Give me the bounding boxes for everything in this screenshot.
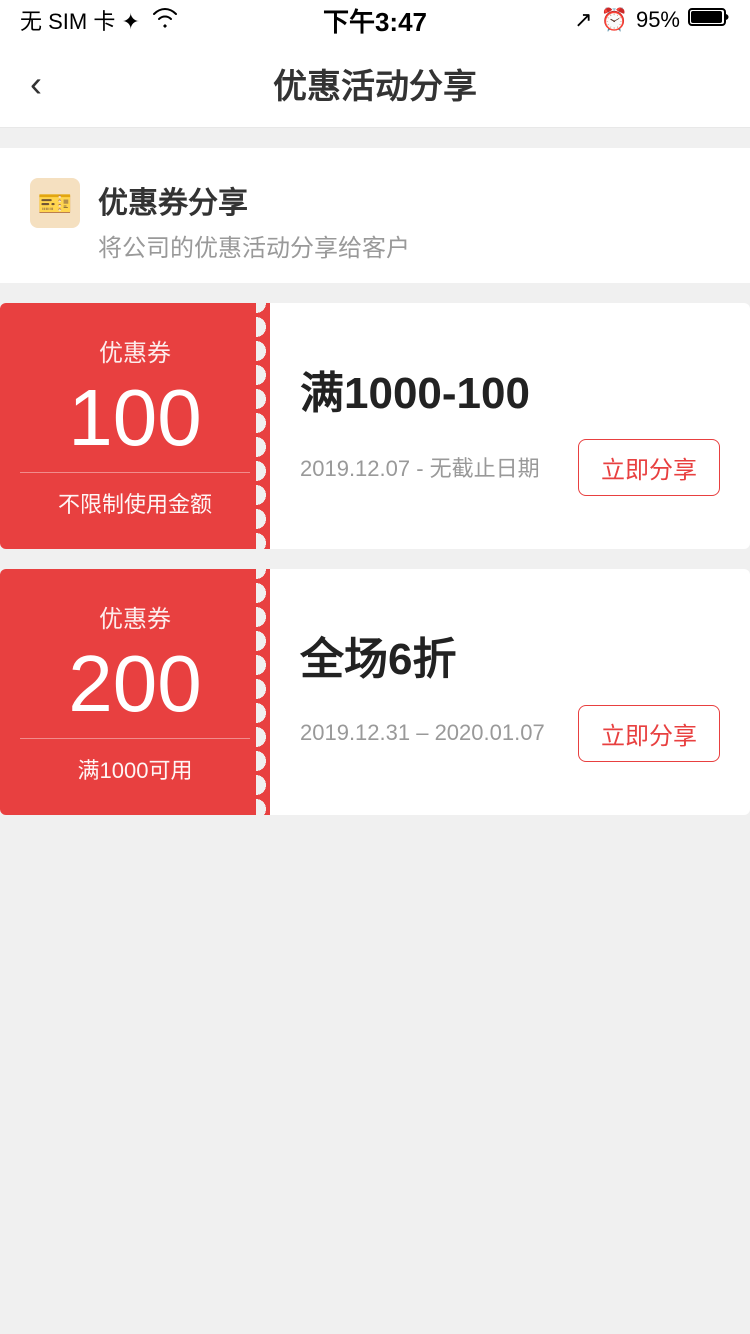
share-button-2[interactable]: 立即分享 — [578, 705, 720, 762]
back-button[interactable]: ‹ — [30, 63, 42, 105]
section-header: 🎫 优惠券分享 将公司的优惠活动分享给客户 — [0, 148, 750, 283]
alarm-icon: ⏰ — [601, 7, 628, 33]
section-title: 优惠券分享 — [98, 178, 410, 222]
coupon-card-2: 优惠券 200 满1000可用 全场6折 2019.12.31 – 2020.0… — [0, 569, 750, 815]
location-icon: ↗ — [574, 7, 592, 33]
coupon-name-2: 全场6折 — [300, 623, 720, 687]
nav-bar: ‹ 优惠活动分享 — [0, 40, 750, 128]
coupon-divider-2 — [20, 738, 250, 739]
share-button-1[interactable]: 立即分享 — [578, 439, 720, 496]
section-subtitle: 将公司的优惠活动分享给客户 — [98, 228, 410, 263]
coupon-meta-1: 2019.12.07 - 无截止日期 立即分享 — [300, 439, 720, 496]
sim-label: 无 SIM 卡 ✦ — [20, 4, 140, 36]
coupon-card-1: 优惠券 100 不限制使用金额 满1000-100 2019.12.07 - 无… — [0, 303, 750, 549]
coupons-list: 优惠券 100 不限制使用金额 满1000-100 2019.12.07 - 无… — [0, 303, 750, 835]
wifi-icon — [150, 6, 180, 34]
coupon-condition-1: 不限制使用金额 — [58, 487, 212, 519]
section-text: 优惠券分享 将公司的优惠活动分享给客户 — [98, 178, 410, 263]
coupon-condition-2: 满1000可用 — [78, 753, 193, 785]
status-time: 下午3:47 — [323, 2, 427, 39]
page-title: 优惠活动分享 — [273, 59, 477, 108]
coupon-right-2: 全场6折 2019.12.31 – 2020.01.07 立即分享 — [270, 569, 750, 815]
coupon-divider-1 — [20, 472, 250, 473]
coupon-date-2: 2019.12.31 – 2020.01.07 — [300, 720, 545, 746]
coupon-amount-1: 100 — [68, 378, 201, 458]
coupon-left-2: 优惠券 200 满1000可用 — [0, 569, 270, 815]
coupon-label-1: 优惠券 — [99, 333, 171, 368]
status-left: 无 SIM 卡 ✦ — [20, 4, 180, 36]
section-icon: 🎫 — [30, 178, 80, 228]
coupon-meta-2: 2019.12.31 – 2020.01.07 立即分享 — [300, 705, 720, 762]
battery-icon — [688, 6, 730, 34]
coupon-name-1: 满1000-100 — [300, 357, 720, 421]
coupon-amount-2: 200 — [68, 644, 201, 724]
coupon-left-1: 优惠券 100 不限制使用金额 — [0, 303, 270, 549]
coupon-date-1: 2019.12.07 - 无截止日期 — [300, 451, 540, 483]
coupon-right-1: 满1000-100 2019.12.07 - 无截止日期 立即分享 — [270, 303, 750, 549]
battery-percent: 95% — [636, 7, 680, 33]
status-bar: 无 SIM 卡 ✦ 下午3:47 ↗ ⏰ 95% — [0, 0, 750, 40]
coupon-label-2: 优惠券 — [99, 599, 171, 634]
status-right: ↗ ⏰ 95% — [574, 6, 730, 34]
